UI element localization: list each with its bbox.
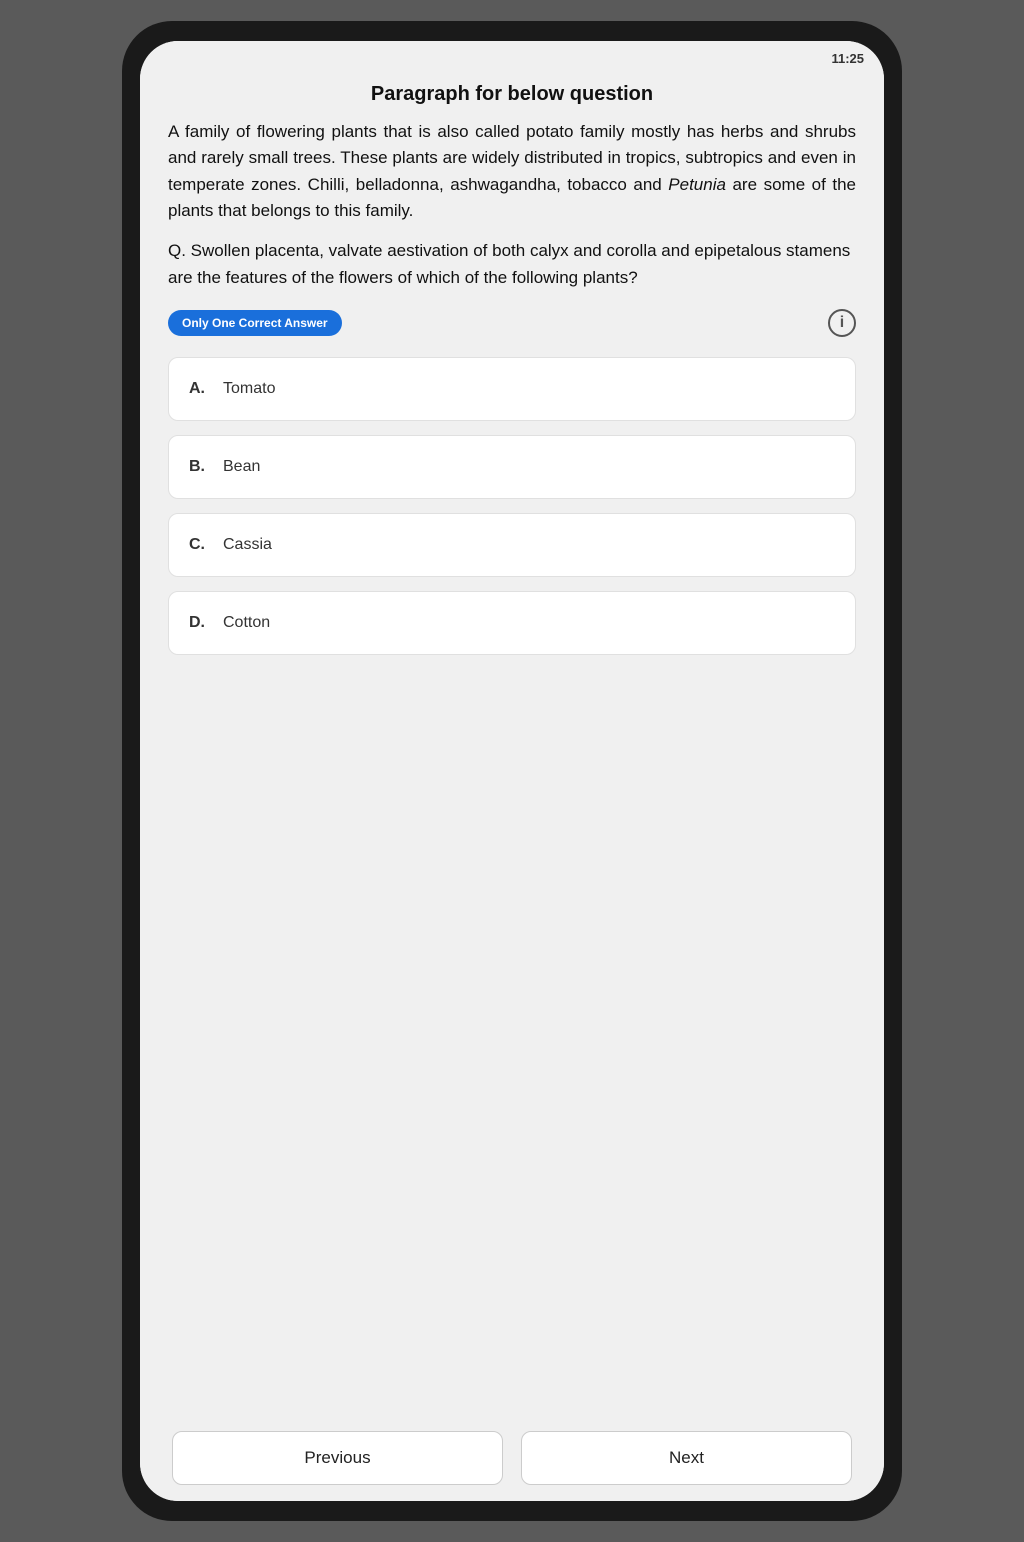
- content-area: Paragraph for below question A family of…: [140, 71, 884, 1501]
- option-b-text: Bean: [223, 458, 260, 476]
- options-list: A. Tomato B. Bean C. Cassia D. Cotton: [168, 357, 856, 655]
- status-time: 11:25: [831, 51, 864, 66]
- option-a-letter: A.: [189, 380, 209, 398]
- phone-screen: 11:25 Paragraph for below question A fam…: [140, 41, 884, 1501]
- option-c[interactable]: C. Cassia: [168, 513, 856, 577]
- paragraph-title: Paragraph for below question: [168, 81, 856, 107]
- status-bar: 11:25: [140, 41, 884, 71]
- next-button[interactable]: Next: [521, 1431, 852, 1485]
- nav-buttons: Previous Next: [168, 1431, 856, 1485]
- option-b-letter: B.: [189, 458, 209, 476]
- option-d-letter: D.: [189, 614, 209, 632]
- answer-type-row: Only One Correct Answer i: [168, 309, 856, 337]
- option-a[interactable]: A. Tomato: [168, 357, 856, 421]
- info-icon[interactable]: i: [828, 309, 856, 337]
- option-b[interactable]: B. Bean: [168, 435, 856, 499]
- option-d[interactable]: D. Cotton: [168, 591, 856, 655]
- option-d-text: Cotton: [223, 614, 270, 632]
- answer-type-badge: Only One Correct Answer: [168, 310, 342, 336]
- previous-button[interactable]: Previous: [172, 1431, 503, 1485]
- phone-frame: 11:25 Paragraph for below question A fam…: [122, 21, 902, 1521]
- option-c-text: Cassia: [223, 536, 272, 554]
- option-a-text: Tomato: [223, 380, 275, 398]
- option-c-letter: C.: [189, 536, 209, 554]
- question-text: Q. Swollen placenta, valvate aestivation…: [168, 238, 856, 291]
- paragraph-body: A family of flowering plants that is als…: [168, 119, 856, 224]
